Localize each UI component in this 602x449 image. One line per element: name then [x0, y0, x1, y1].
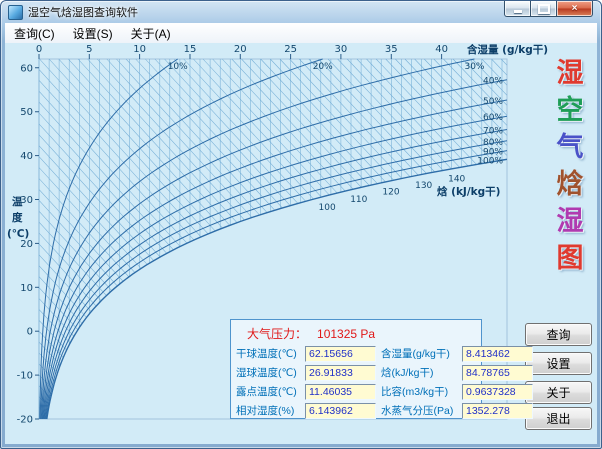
- vertical-char: 湿: [557, 207, 584, 237]
- app-title-vertical: 湿 空 气 焓 湿 图: [545, 59, 595, 274]
- wet-bulb-label: 湿球温度(℃): [236, 365, 305, 380]
- svg-text:100%: 100%: [477, 156, 503, 166]
- svg-text:30: 30: [335, 44, 348, 55]
- svg-text:20: 20: [234, 44, 247, 55]
- close-icon: ×: [572, 3, 578, 14]
- menu-settings[interactable]: 设置(S): [64, 23, 122, 44]
- svg-text:15: 15: [184, 44, 197, 55]
- settings-button[interactable]: 设置: [525, 352, 592, 375]
- enthalpy-label: 焓(kJ/kg干): [381, 365, 462, 380]
- rel-humidity-label: 相对湿度(%): [236, 403, 305, 418]
- svg-text:10: 10: [133, 44, 146, 55]
- svg-text:10%: 10%: [168, 62, 188, 72]
- svg-text:40: 40: [435, 44, 448, 55]
- svg-text:40%: 40%: [483, 77, 503, 87]
- svg-text:110: 110: [350, 195, 367, 205]
- enthalpy-field[interactable]: 84.78765: [462, 365, 533, 381]
- svg-text:80%: 80%: [483, 138, 503, 148]
- specific-volume-field[interactable]: 0.9637328: [462, 384, 533, 400]
- svg-text:130: 130: [415, 181, 432, 191]
- query-button[interactable]: 查询: [525, 323, 592, 346]
- svg-text:60: 60: [20, 63, 33, 74]
- dry-bulb-field[interactable]: 62.15656: [305, 346, 376, 362]
- svg-text:60%: 60%: [483, 113, 503, 123]
- dew-point-label: 露点温度(℃): [236, 384, 305, 399]
- minimize-button[interactable]: [504, 1, 531, 17]
- svg-text:30%: 30%: [464, 62, 484, 72]
- svg-text:70%: 70%: [483, 127, 503, 137]
- pressure-label: 大气压力：: [247, 327, 307, 341]
- svg-text:140: 140: [448, 174, 465, 184]
- vertical-char: 空: [557, 96, 584, 126]
- dry-bulb-label: 干球温度(℃): [236, 346, 305, 361]
- query-result-panel: 大气压力： 101325 Pa 干球温度(℃)62.15656 湿球温度(℃)26…: [230, 319, 482, 419]
- menu-query[interactable]: 查询(C): [5, 23, 64, 44]
- app-icon: [8, 5, 23, 20]
- svg-text:25: 25: [284, 44, 297, 55]
- vapor-pressure-field[interactable]: 1352.278: [462, 403, 533, 419]
- svg-text:温: 温: [12, 195, 23, 208]
- svg-text:35: 35: [385, 44, 398, 55]
- svg-text:(℃): (℃): [7, 228, 29, 240]
- svg-text:-10: -10: [17, 371, 33, 382]
- wet-bulb-field[interactable]: 26.91833: [305, 365, 376, 381]
- svg-text:10: 10: [20, 283, 33, 294]
- exit-button[interactable]: 退出: [525, 407, 592, 430]
- svg-text:120: 120: [382, 188, 399, 198]
- vertical-char: 湿: [557, 59, 584, 89]
- maximize-icon: [538, 4, 550, 14]
- app-window: 湿空气焓湿图查询软件 × 查询(C) 设置(S) 关于(A) 10% 20% 30%…: [0, 0, 602, 449]
- svg-text:0: 0: [27, 327, 33, 338]
- close-button[interactable]: ×: [557, 1, 593, 17]
- maximize-button[interactable]: [531, 1, 557, 17]
- about-button[interactable]: 关于: [525, 381, 592, 404]
- svg-text:100: 100: [319, 203, 336, 213]
- svg-text:含湿量 (g/kg干): 含湿量 (g/kg干): [467, 43, 548, 56]
- svg-text:20%: 20%: [313, 62, 333, 72]
- svg-text:5: 5: [86, 44, 92, 55]
- svg-text:0: 0: [36, 44, 42, 55]
- vertical-char: 图: [557, 244, 584, 274]
- rel-humidity-field[interactable]: 6.143962: [305, 403, 376, 419]
- svg-text:20: 20: [20, 239, 33, 250]
- window-title: 湿空气焓湿图查询软件: [28, 4, 138, 20]
- svg-text:50: 50: [20, 107, 33, 118]
- svg-text:-20: -20: [17, 415, 33, 426]
- client-area: 10%20%30%40%50%60%70%80%90%100%100110120…: [5, 43, 597, 444]
- humidity-ratio-field[interactable]: 8.413462: [462, 346, 533, 362]
- dew-point-field[interactable]: 11.46035: [305, 384, 376, 400]
- vertical-char: 焓: [557, 170, 584, 200]
- menu-bar: 查询(C) 设置(S) 关于(A): [5, 23, 597, 44]
- vertical-char: 气: [557, 133, 584, 163]
- specific-volume-label: 比容(m3/kg干): [381, 384, 462, 399]
- minimize-icon: [514, 10, 522, 13]
- svg-text:40: 40: [20, 151, 33, 162]
- humidity-ratio-label: 含湿量(g/kg干): [381, 346, 462, 361]
- svg-text:50%: 50%: [483, 97, 503, 107]
- vapor-pressure-label: 水蒸气分压(Pa): [381, 403, 462, 418]
- svg-text:度: 度: [12, 211, 23, 224]
- pressure-value: 101325 Pa: [317, 327, 375, 341]
- pressure-line: 大气压力： 101325 Pa: [247, 325, 481, 342]
- svg-text:焓 (kJ/kg干): 焓 (kJ/kg干): [437, 185, 500, 198]
- menu-about[interactable]: 关于(A): [122, 23, 180, 44]
